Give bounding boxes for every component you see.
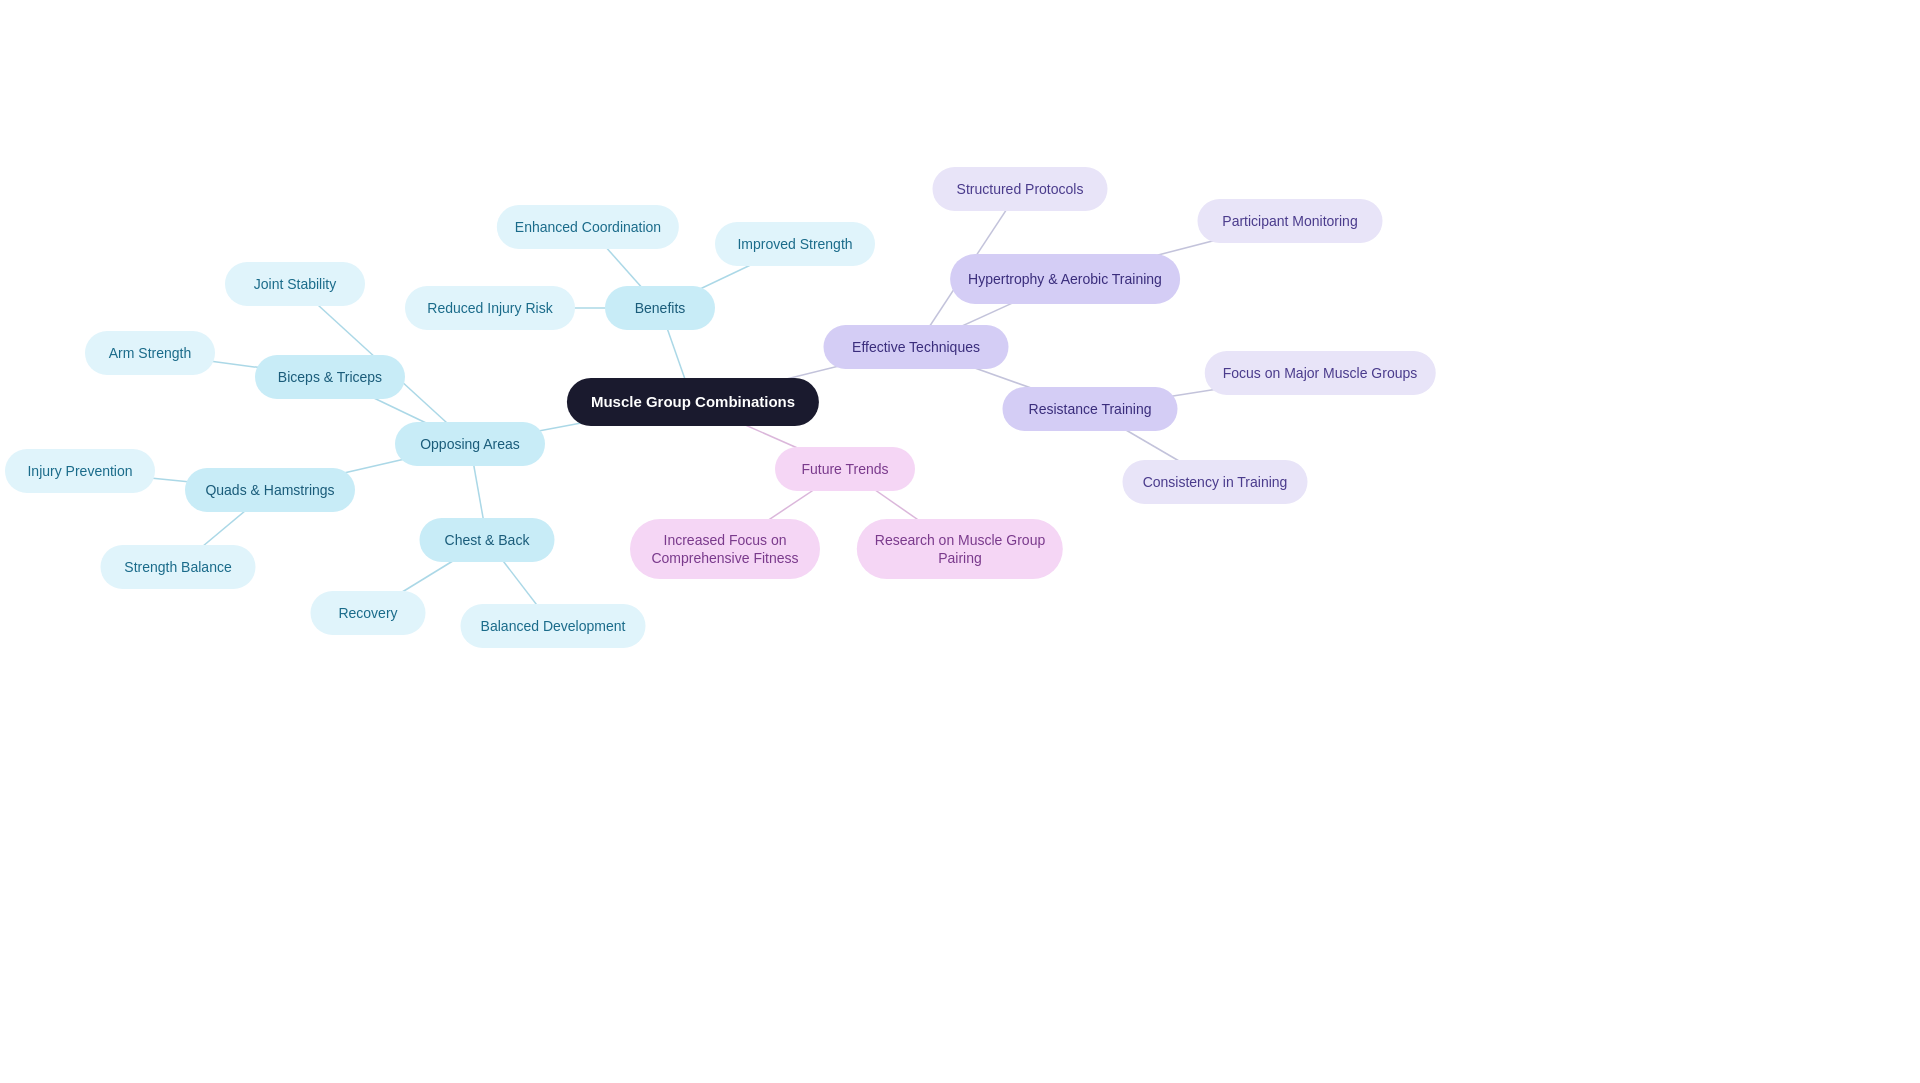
node-joint_stability[interactable]: Joint Stability <box>225 262 365 306</box>
node-center[interactable]: Muscle Group Combinations <box>567 378 819 426</box>
node-hypertrophy_aerobic[interactable]: Hypertrophy & Aerobic Training <box>950 254 1180 304</box>
node-arm_strength[interactable]: Arm Strength <box>85 331 215 375</box>
node-quads_hamstrings[interactable]: Quads & Hamstrings <box>185 468 355 512</box>
node-balanced_development[interactable]: Balanced Development <box>461 604 646 648</box>
node-resistance_training[interactable]: Resistance Training <box>1003 387 1178 431</box>
node-effective_techniques[interactable]: Effective Techniques <box>824 325 1009 369</box>
node-improved_strength[interactable]: Improved Strength <box>715 222 875 266</box>
node-research_muscle[interactable]: Research on Muscle GroupPairing <box>857 519 1063 579</box>
node-opposing_areas[interactable]: Opposing Areas <box>395 422 545 466</box>
node-chest_back[interactable]: Chest & Back <box>420 518 555 562</box>
node-biceps_triceps[interactable]: Biceps & Triceps <box>255 355 405 399</box>
mindmap-canvas: Muscle Group Combinations Benefits Enhance… <box>0 0 1920 1083</box>
node-injury_prevention[interactable]: Injury Prevention <box>5 449 155 493</box>
node-participant_monitoring[interactable]: Participant Monitoring <box>1198 199 1383 243</box>
node-future_trends[interactable]: Future Trends <box>775 447 915 491</box>
node-increased_focus[interactable]: Increased Focus onComprehensive Fitness <box>630 519 820 579</box>
node-reduced_injury_risk[interactable]: Reduced Injury Risk <box>405 286 575 330</box>
node-enhanced_coordination[interactable]: Enhanced Coordination <box>497 205 679 249</box>
node-focus_major_muscles[interactable]: Focus on Major Muscle Groups <box>1205 351 1436 395</box>
node-strength_balance[interactable]: Strength Balance <box>101 545 256 589</box>
node-benefits[interactable]: Benefits <box>605 286 715 330</box>
node-structured_protocols[interactable]: Structured Protocols <box>933 167 1108 211</box>
node-recovery[interactable]: Recovery <box>311 591 426 635</box>
node-consistency_training[interactable]: Consistency in Training <box>1123 460 1308 504</box>
